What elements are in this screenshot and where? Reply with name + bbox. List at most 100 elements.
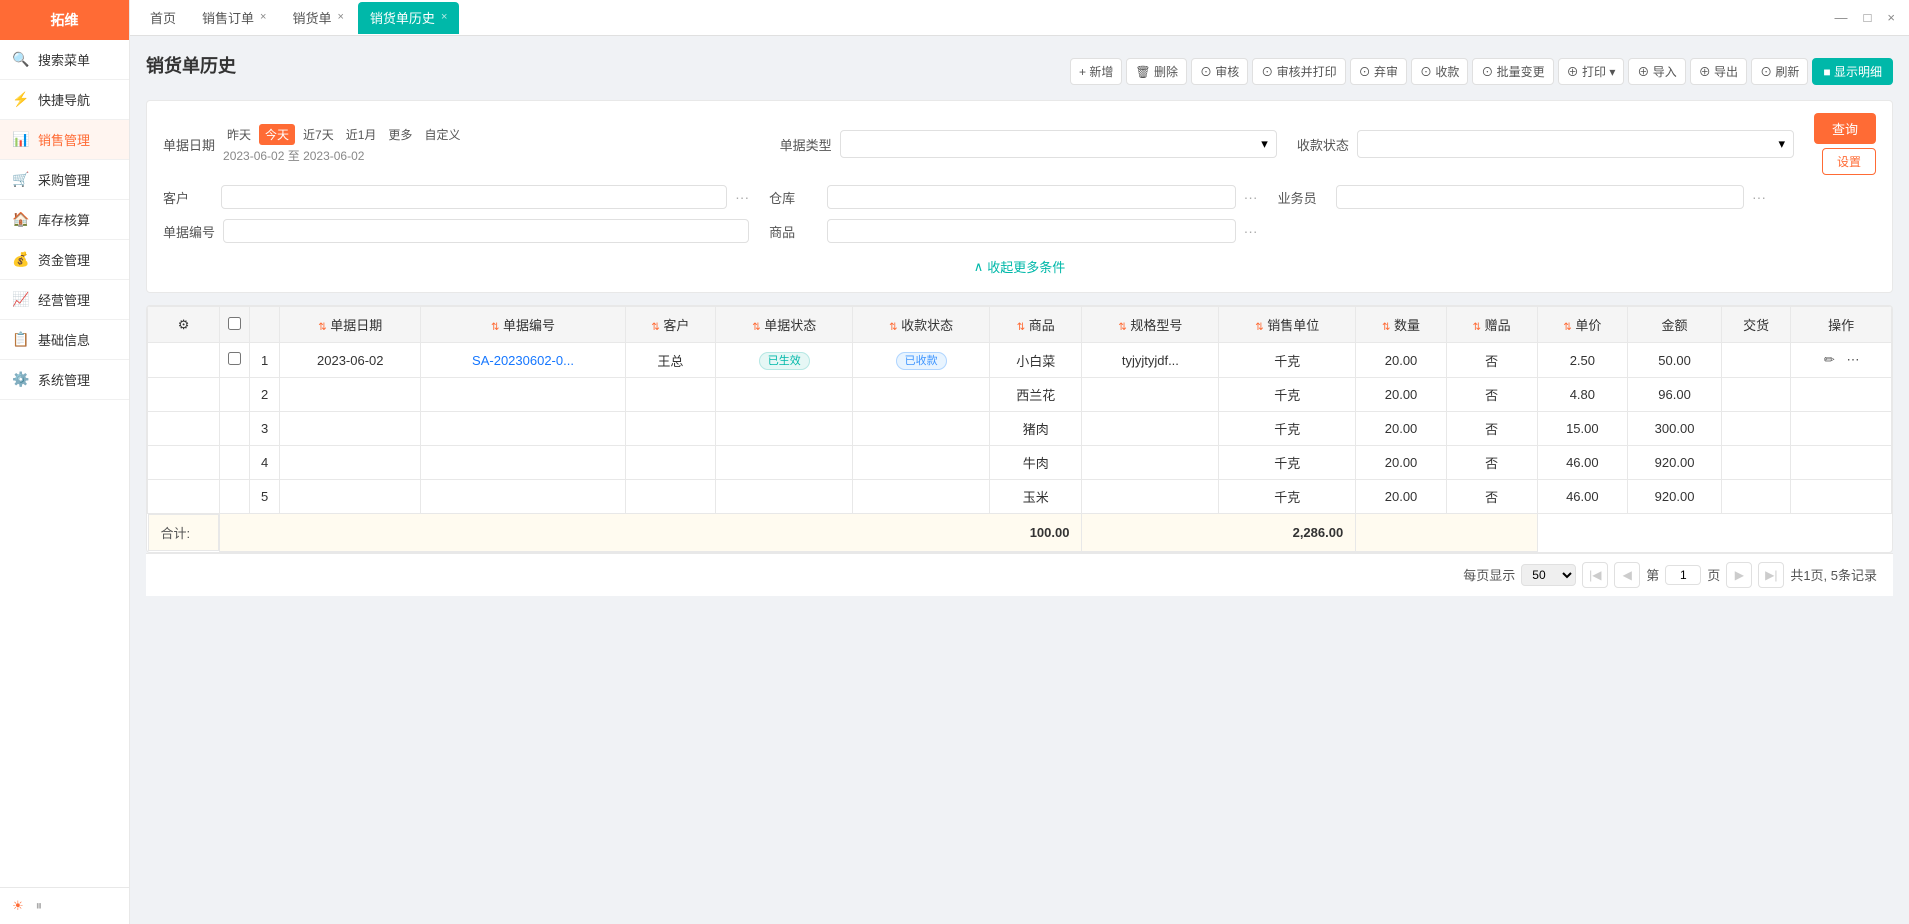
row-transaction-cell	[1721, 378, 1790, 412]
goods-dots-icon[interactable]: ···	[1244, 223, 1258, 239]
col-spec[interactable]: ⇅ 规格型号	[1082, 307, 1219, 343]
filter-salesman-input[interactable]	[1336, 185, 1744, 209]
doc-no-link[interactable]: SA-20230602-0...	[472, 353, 574, 368]
row-transaction-cell	[1721, 412, 1790, 446]
sidebar-item-search-menu[interactable]: 🔍 搜索菜单	[0, 40, 129, 80]
tab-minimize-btn[interactable]: —	[1829, 8, 1854, 27]
sidebar-item-basic-info[interactable]: 📋 基础信息	[0, 320, 129, 360]
filter-goods-input[interactable]	[827, 219, 1235, 243]
row-customer-cell	[625, 378, 716, 412]
row-action-cell: ✏ ⋯	[1791, 343, 1892, 378]
sidebar-item-ops-mgmt[interactable]: 📈 经营管理	[0, 280, 129, 320]
filter-doc-type-select[interactable]: ▾	[840, 130, 1277, 158]
row-settings-cell	[148, 378, 220, 412]
date-shortcut-1month[interactable]: 近1月	[342, 124, 381, 145]
sidebar-item-finance-mgmt[interactable]: 💰 资金管理	[0, 240, 129, 280]
salesman-dots-icon[interactable]: ···	[1752, 189, 1766, 205]
page-size-select[interactable]: 50 100 200	[1521, 564, 1576, 586]
select-all-checkbox[interactable]	[228, 317, 241, 330]
abandon-button[interactable]: ⊙ 弃审	[1350, 58, 1407, 85]
filter-warehouse-input[interactable]	[827, 185, 1235, 209]
table-row: 2 西兰花 千克 20.00 否 4.80 96.00	[148, 378, 1892, 412]
first-page-btn[interactable]: |◀	[1582, 562, 1608, 588]
collapse-button[interactable]: ∧ 收起更多条件	[163, 253, 1876, 280]
new-button[interactable]: + 新增	[1070, 58, 1122, 85]
sidebar-item-inventory[interactable]: 🏠 库存核算	[0, 200, 129, 240]
sidebar-bottom-icon2[interactable]: ⏸	[36, 898, 43, 914]
warehouse-dots-icon[interactable]: ···	[1244, 189, 1258, 205]
collect-button[interactable]: ⊙ 收款	[1411, 58, 1468, 85]
col-sales-unit[interactable]: ⇅ 销售单位	[1219, 307, 1356, 343]
row-amount-cell: 920.00	[1628, 480, 1722, 514]
date-shortcut-more[interactable]: 更多	[384, 124, 416, 145]
col-doc-no[interactable]: ⇅ 单据编号	[421, 307, 625, 343]
last-page-btn[interactable]: ▶|	[1758, 562, 1784, 588]
refresh-button[interactable]: ⊙ 刷新	[1751, 58, 1808, 85]
audit-print-button[interactable]: ⊙ 审核并打印	[1252, 58, 1345, 85]
tab-sales-goods-close[interactable]: ×	[337, 12, 343, 23]
col-doc-status[interactable]: ⇅ 单据状态	[716, 307, 853, 343]
row-checkbox[interactable]	[228, 352, 241, 365]
col-action: 操作	[1791, 307, 1892, 343]
filter-doc-no-input[interactable]	[223, 219, 749, 243]
audit-button[interactable]: ⊙ 审核	[1191, 58, 1248, 85]
export-button[interactable]: ⊕ 导出	[1690, 58, 1747, 85]
filter-goods: 商品 ···	[769, 219, 1257, 243]
tab-sales-order[interactable]: 销售订单 ×	[190, 2, 278, 34]
col-goods[interactable]: ⇅ 商品	[990, 307, 1082, 343]
footer-total-amount: 2,286.00	[1293, 525, 1344, 540]
date-shortcut-today[interactable]: 今天	[259, 124, 295, 145]
row-collect-status-cell	[853, 378, 990, 412]
customer-dots-icon[interactable]: ···	[735, 189, 749, 205]
date-container: 昨天 今天 近7天 近1月 更多 自定义 2023-06-02 至 2023-0…	[223, 124, 464, 164]
col-unit-price[interactable]: ⇅ 单价	[1537, 307, 1628, 343]
sidebar-item-sys-mgmt[interactable]: ⚙️ 系统管理	[0, 360, 129, 400]
edit-action-btn[interactable]: ✏	[1819, 350, 1839, 370]
col-settings[interactable]: ⚙	[148, 307, 220, 343]
sidebar-label-finance-mgmt: 资金管理	[38, 250, 90, 269]
filter-row-2: 客户 ··· 仓库 ··· 业务员 ···	[163, 185, 1876, 209]
tab-home[interactable]: 首页	[138, 2, 188, 34]
col-gift[interactable]: ⇅ 赠品	[1446, 307, 1537, 343]
prev-page-btn[interactable]: ◀	[1614, 562, 1640, 588]
filter-row-3: 单据编号 商品 ···	[163, 219, 1876, 243]
sidebar-item-purchase-mgmt[interactable]: 🛒 采购管理	[0, 160, 129, 200]
import-button[interactable]: ⊕ 导入	[1628, 58, 1685, 85]
col-doc-date[interactable]: ⇅ 单据日期	[280, 307, 421, 343]
sidebar-item-sales-mgmt[interactable]: 📊 销售管理	[0, 120, 129, 160]
batch-change-button[interactable]: ⊙ 批量变更	[1472, 58, 1553, 85]
sidebar-item-quick-nav[interactable]: ⚡ 快捷导航	[0, 80, 129, 120]
col-customer[interactable]: ⇅ 客户	[625, 307, 716, 343]
tab-close-all-btn[interactable]: ×	[1881, 8, 1901, 27]
sort-icon-collect-status: ⇅	[889, 322, 897, 333]
footer-label: 合计:	[161, 523, 191, 542]
tab-sales-history[interactable]: 销货单历史 ×	[358, 2, 459, 34]
tab-sales-history-close[interactable]: ×	[441, 12, 447, 23]
row-checkbox-cell	[220, 378, 250, 412]
set-button[interactable]: 设置	[1822, 148, 1876, 175]
sidebar-bottom-icon1[interactable]: ☀	[12, 898, 24, 914]
col-collect-status[interactable]: ⇅ 收款状态	[853, 307, 990, 343]
collect-status-badge: 已收款	[896, 352, 947, 370]
col-quantity[interactable]: ⇅ 数量	[1356, 307, 1447, 343]
row-goods-cell: 玉米	[990, 480, 1082, 514]
row-settings-cell	[148, 412, 220, 446]
next-page-btn[interactable]: ▶	[1726, 562, 1752, 588]
sidebar-label-quick-nav: 快捷导航	[38, 90, 90, 109]
filter-customer-input[interactable]	[221, 185, 727, 209]
filter-collect-status-select[interactable]: ▾	[1357, 130, 1794, 158]
more-action-btn[interactable]: ⋯	[1843, 350, 1863, 370]
print-button[interactable]: ⊕ 打印 ▾	[1558, 58, 1625, 85]
date-shortcut-7days[interactable]: 近7天	[299, 124, 338, 145]
query-button[interactable]: 查询	[1814, 113, 1876, 144]
tab-maximize-btn[interactable]: □	[1858, 8, 1878, 27]
date-shortcut-custom[interactable]: 自定义	[420, 124, 464, 145]
date-shortcut-yesterday[interactable]: 昨天	[223, 124, 255, 145]
tab-sales-goods[interactable]: 销货单 ×	[280, 2, 355, 34]
row-unit-price-cell: 15.00	[1537, 412, 1628, 446]
page-input[interactable]	[1665, 565, 1701, 585]
row-amount-cell: 96.00	[1628, 378, 1722, 412]
show-detail-button[interactable]: ■ 显示明细	[1812, 58, 1893, 85]
delete-button[interactable]: 🗑 删除	[1126, 58, 1187, 85]
tab-sales-order-close[interactable]: ×	[260, 12, 266, 23]
